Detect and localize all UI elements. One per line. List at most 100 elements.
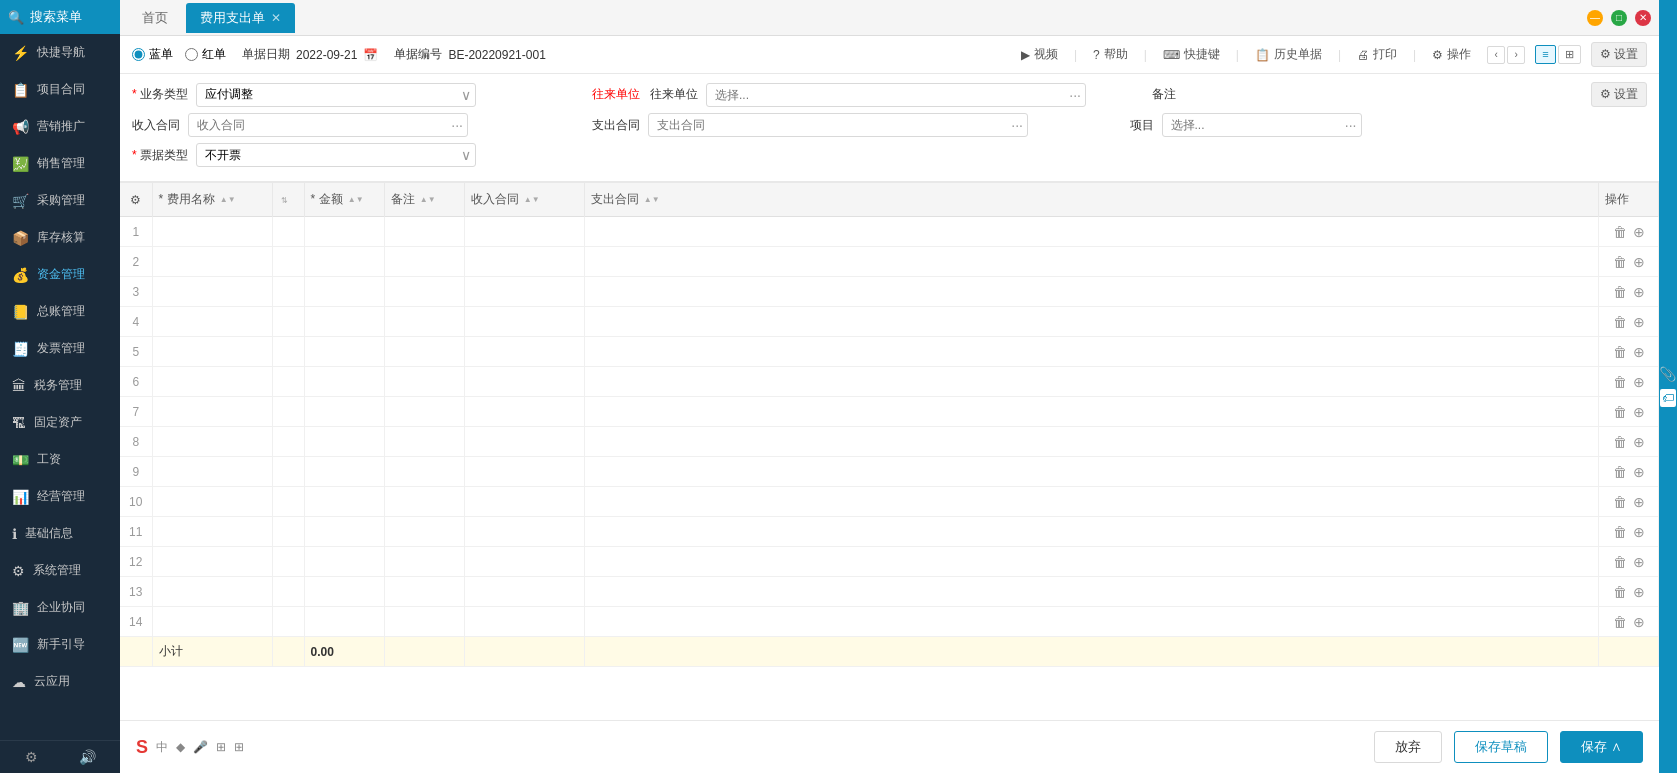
- copy-icon[interactable]: ⊕: [1633, 404, 1645, 420]
- nav-next-button[interactable]: ›: [1507, 46, 1525, 64]
- delete-icon[interactable]: 🗑: [1613, 404, 1627, 420]
- calendar-icon[interactable]: 📅: [363, 48, 378, 62]
- toolbar-history-button[interactable]: 📋 历史单据: [1249, 43, 1328, 66]
- delete-icon[interactable]: 🗑: [1613, 314, 1627, 330]
- sidebar-item-system[interactable]: ⚙ 系统管理: [0, 552, 120, 589]
- sidebar-item-fixed-assets[interactable]: 🏗 固定资产: [0, 404, 120, 441]
- invoice-type-input[interactable]: [197, 144, 457, 166]
- sidebar-item-salary[interactable]: 💵 工资: [0, 441, 120, 478]
- project-input[interactable]: [1163, 114, 1341, 136]
- sidebar-item-capital[interactable]: 💰 资金管理: [0, 256, 120, 293]
- delete-icon[interactable]: 🗑: [1613, 584, 1627, 600]
- delete-icon[interactable]: 🗑: [1613, 494, 1627, 510]
- window-close-button[interactable]: ✕: [1635, 10, 1651, 26]
- th-note[interactable]: 备注 ▲▼: [384, 183, 464, 217]
- row-note-2[interactable]: [384, 247, 464, 277]
- row-income-2[interactable]: [464, 247, 584, 277]
- business-type-dropdown-icon[interactable]: ∨: [457, 87, 475, 103]
- radio-blue-input[interactable]: [132, 48, 145, 61]
- row-amount-2[interactable]: [304, 247, 384, 277]
- radio-red-label[interactable]: 红单: [185, 46, 226, 63]
- copy-icon[interactable]: ⊕: [1633, 434, 1645, 450]
- window-maximize-button[interactable]: □: [1611, 10, 1627, 26]
- row-expense-1[interactable]: [584, 217, 1599, 247]
- right-panel-attach-icon[interactable]: 📎: [1660, 366, 1676, 383]
- expense-contract-dots[interactable]: ···: [1007, 117, 1027, 133]
- row-expense-2[interactable]: [584, 247, 1599, 277]
- settings-bottom-icon[interactable]: ⚙: [25, 749, 38, 765]
- sidebar-search[interactable]: 🔍 搜索菜单: [0, 0, 120, 34]
- income-contract-dots[interactable]: ···: [447, 117, 467, 133]
- sidebar-item-purchase[interactable]: 🛒 采购管理: [0, 182, 120, 219]
- tab-close-icon[interactable]: ✕: [271, 11, 281, 25]
- sidebar-item-operations[interactable]: 📊 经营管理: [0, 478, 120, 515]
- counterparty-dots[interactable]: ···: [1065, 87, 1085, 103]
- copy-icon[interactable]: ⊕: [1633, 314, 1645, 330]
- delete-icon[interactable]: 🗑: [1613, 224, 1627, 240]
- delete-icon[interactable]: 🗑: [1613, 614, 1627, 630]
- settings-button[interactable]: ⚙ 设置: [1591, 42, 1647, 67]
- toolbar-shortcuts-button[interactable]: ⌨ 快捷键: [1157, 43, 1226, 66]
- window-minimize-button[interactable]: —: [1587, 10, 1603, 26]
- income-contract-input[interactable]: [189, 114, 447, 136]
- copy-icon[interactable]: ⊕: [1633, 494, 1645, 510]
- project-dots[interactable]: ···: [1341, 117, 1361, 133]
- row-note-1[interactable]: [384, 217, 464, 247]
- row-amount-1[interactable]: [304, 217, 384, 247]
- copy-icon[interactable]: ⊕: [1633, 524, 1645, 540]
- counterparty-input[interactable]: [707, 84, 1065, 106]
- radio-red-input[interactable]: [185, 48, 198, 61]
- th-settings[interactable]: ⚙: [120, 183, 152, 217]
- sidebar-item-project-contract[interactable]: 📋 项目合同: [0, 71, 120, 108]
- delete-icon[interactable]: 🗑: [1613, 344, 1627, 360]
- right-panel-tag-icon[interactable]: 🏷: [1660, 389, 1676, 407]
- sidebar-item-new-guide[interactable]: 🆕 新手引导: [0, 626, 120, 663]
- copy-icon[interactable]: ⊕: [1633, 224, 1645, 240]
- delete-icon[interactable]: 🗑: [1613, 554, 1627, 570]
- sidebar-item-sales[interactable]: 💹 销售管理: [0, 145, 120, 182]
- delete-icon[interactable]: 🗑: [1613, 464, 1627, 480]
- delete-icon[interactable]: 🗑: [1613, 284, 1627, 300]
- delete-icon[interactable]: 🗑: [1613, 434, 1627, 450]
- invoice-type-dropdown[interactable]: ∨: [457, 147, 475, 163]
- toolbar-video-button[interactable]: ▶ 视频: [1015, 43, 1064, 66]
- copy-icon[interactable]: ⊕: [1633, 284, 1645, 300]
- sidebar-item-cloud-apps[interactable]: ☁ 云应用: [0, 663, 120, 700]
- copy-icon[interactable]: ⊕: [1633, 464, 1645, 480]
- tab-home[interactable]: 首页: [128, 3, 182, 33]
- sidebar-item-accounting[interactable]: 📒 总账管理: [0, 293, 120, 330]
- copy-icon[interactable]: ⊕: [1633, 254, 1645, 270]
- delete-icon[interactable]: 🗑: [1613, 254, 1627, 270]
- radio-blue-label[interactable]: 蓝单: [132, 46, 173, 63]
- row-income-1[interactable]: [464, 217, 584, 247]
- discard-button[interactable]: 放弃: [1374, 731, 1442, 763]
- th-amount[interactable]: * 金额 ▲▼: [304, 183, 384, 217]
- save-button[interactable]: 保存 ∧: [1560, 731, 1643, 763]
- sidebar-item-tax[interactable]: 🏛 税务管理: [0, 367, 120, 404]
- sidebar-item-marketing[interactable]: 📢 营销推广: [0, 108, 120, 145]
- copy-icon[interactable]: ⊕: [1633, 374, 1645, 390]
- tab-expense[interactable]: 费用支出单 ✕: [186, 3, 295, 33]
- expense-contract-input[interactable]: [649, 114, 1007, 136]
- row-name-2[interactable]: [152, 247, 272, 277]
- copy-icon[interactable]: ⊕: [1633, 584, 1645, 600]
- view-list-button[interactable]: ≡: [1535, 45, 1555, 64]
- copy-icon[interactable]: ⊕: [1633, 554, 1645, 570]
- nav-prev-button[interactable]: ‹: [1487, 46, 1505, 64]
- volume-bottom-icon[interactable]: 🔊: [79, 749, 96, 765]
- sidebar-item-inventory[interactable]: 📦 库存核算: [0, 219, 120, 256]
- business-type-input[interactable]: [197, 84, 457, 106]
- sidebar-item-basic-info[interactable]: ℹ 基础信息: [0, 515, 120, 552]
- save-draft-button[interactable]: 保存草稿: [1454, 731, 1548, 763]
- delete-icon[interactable]: 🗑: [1613, 374, 1627, 390]
- delete-icon[interactable]: 🗑: [1613, 524, 1627, 540]
- toolbar-help-button[interactable]: ? 帮助: [1087, 43, 1134, 66]
- sidebar-item-enterprise[interactable]: 🏢 企业协同: [0, 589, 120, 626]
- sidebar-item-invoice[interactable]: 🧾 发票管理: [0, 330, 120, 367]
- toolbar-print-button[interactable]: 🖨 打印: [1351, 43, 1403, 66]
- toolbar-ops-button[interactable]: ⚙ 操作: [1426, 43, 1477, 66]
- row-name-1[interactable]: [152, 217, 272, 247]
- copy-icon[interactable]: ⊕: [1633, 344, 1645, 360]
- view-grid-button[interactable]: ⊞: [1558, 45, 1581, 64]
- form-settings-button[interactable]: ⚙ 设置: [1591, 82, 1647, 107]
